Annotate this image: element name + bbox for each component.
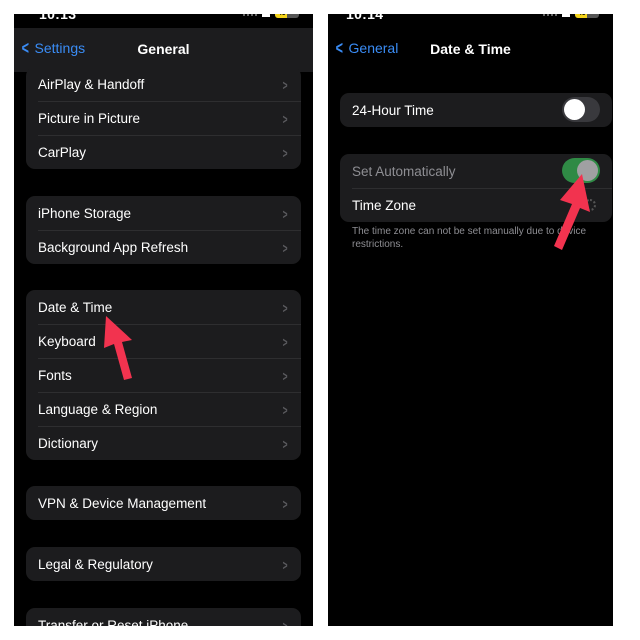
page-title: General [137, 41, 190, 57]
cellular-signal-icon [543, 14, 557, 16]
chevron-right-icon: > [282, 300, 288, 316]
general-settings-screen: 10:13 49 < Settings General AirPlay & Ha… [14, 14, 313, 626]
navigation-bar: < Settings General [14, 28, 313, 72]
row-label: Transfer or Reset iPhone [38, 617, 189, 627]
toggle-knob [564, 99, 585, 120]
row-dictionary[interactable]: Dictionary > [26, 426, 301, 460]
row-label: Set Automatically [352, 163, 456, 179]
chevron-right-icon: > [282, 240, 288, 256]
row-time-zone[interactable]: Time Zone [340, 188, 612, 222]
settings-group: Date & Time > Keyboard > Fonts > Language &… [26, 290, 301, 460]
chevron-right-icon: > [282, 77, 288, 93]
navigation-bar: < General Date & Time [328, 28, 613, 72]
row-label: Keyboard [38, 333, 96, 349]
row-date-time[interactable]: Date & Time > [26, 290, 301, 324]
settings-group: Transfer or Reset iPhone > [26, 608, 301, 626]
chevron-right-icon: > [282, 402, 288, 418]
settings-group: 24-Hour Time [340, 93, 612, 127]
status-time: 10:14 [346, 14, 384, 22]
cellular-signal-icon [243, 14, 257, 16]
settings-group: AirPlay & Handoff > Picture in Picture > C… [26, 67, 301, 169]
row-label: Dictionary [38, 435, 99, 451]
settings-group: VPN & Device Management > [26, 486, 301, 520]
page-title: Date & Time [430, 41, 511, 57]
row-label: iPhone Storage [38, 205, 132, 221]
chevron-right-icon: > [282, 111, 288, 127]
chevron-right-icon: > [282, 145, 288, 161]
battery-icon: 49 [575, 14, 599, 18]
chevron-right-icon: > [282, 206, 288, 222]
settings-group: Legal & Regulatory > [26, 547, 301, 581]
time-zone-restriction-note: The time zone can not be set manually du… [352, 226, 587, 250]
row-label: Picture in Picture [38, 110, 141, 126]
wifi-icon [562, 14, 570, 17]
row-legal-regulatory[interactable]: Legal & Regulatory > [26, 547, 301, 581]
row-airplay-handoff[interactable]: AirPlay & Handoff > [26, 67, 301, 101]
row-fonts[interactable]: Fonts > [26, 358, 301, 392]
row-keyboard[interactable]: Keyboard > [26, 324, 301, 358]
chevron-right-icon: > [282, 557, 288, 573]
chevron-right-icon: > [282, 334, 288, 350]
row-language-region[interactable]: Language & Region > [26, 392, 301, 426]
row-carplay[interactable]: CarPlay > [26, 135, 301, 169]
chevron-right-icon: > [282, 496, 288, 512]
battery-level: 49 [275, 14, 286, 17]
row-label: Background App Refresh [38, 239, 189, 255]
row-label: 24-Hour Time [352, 102, 434, 118]
row-background-app-refresh[interactable]: Background App Refresh > [26, 230, 301, 264]
toggle-knob [577, 160, 598, 181]
row-label: Fonts [38, 367, 72, 383]
battery-level: 49 [575, 14, 586, 17]
chevron-right-icon: > [282, 618, 288, 626]
row-transfer-reset-iphone[interactable]: Transfer or Reset iPhone > [26, 608, 301, 627]
status-bar: 10:14 49 [328, 14, 613, 22]
status-bar: 10:13 49 [14, 14, 313, 22]
row-label: Legal & Regulatory [38, 556, 153, 572]
loading-spinner-icon [584, 199, 596, 211]
row-picture-in-picture[interactable]: Picture in Picture > [26, 101, 301, 135]
status-time: 10:13 [39, 14, 77, 22]
row-label: AirPlay & Handoff [38, 76, 145, 92]
row-label: VPN & Device Management [38, 495, 207, 511]
wifi-icon [262, 14, 270, 17]
row-iphone-storage[interactable]: iPhone Storage > [26, 196, 301, 230]
row-label: Date & Time [38, 299, 113, 315]
chevron-right-icon: > [282, 368, 288, 384]
row-label: CarPlay [38, 144, 87, 160]
row-24-hour-time: 24-Hour Time [340, 93, 612, 127]
chevron-right-icon: > [282, 436, 288, 452]
row-label: Language & Region [38, 401, 158, 417]
battery-icon: 49 [275, 14, 299, 18]
24-hour-time-toggle[interactable] [562, 97, 600, 122]
row-vpn-device-management[interactable]: VPN & Device Management > [26, 486, 301, 520]
set-automatically-toggle[interactable] [562, 158, 600, 183]
date-time-settings-screen: 10:14 49 < General Date & Time 24-Hour T… [328, 14, 613, 626]
row-label: Time Zone [352, 197, 417, 213]
settings-group: Set Automatically Time Zone [340, 154, 612, 222]
settings-group: iPhone Storage > Background App Refresh > [26, 196, 301, 264]
row-set-automatically: Set Automatically [340, 154, 612, 188]
